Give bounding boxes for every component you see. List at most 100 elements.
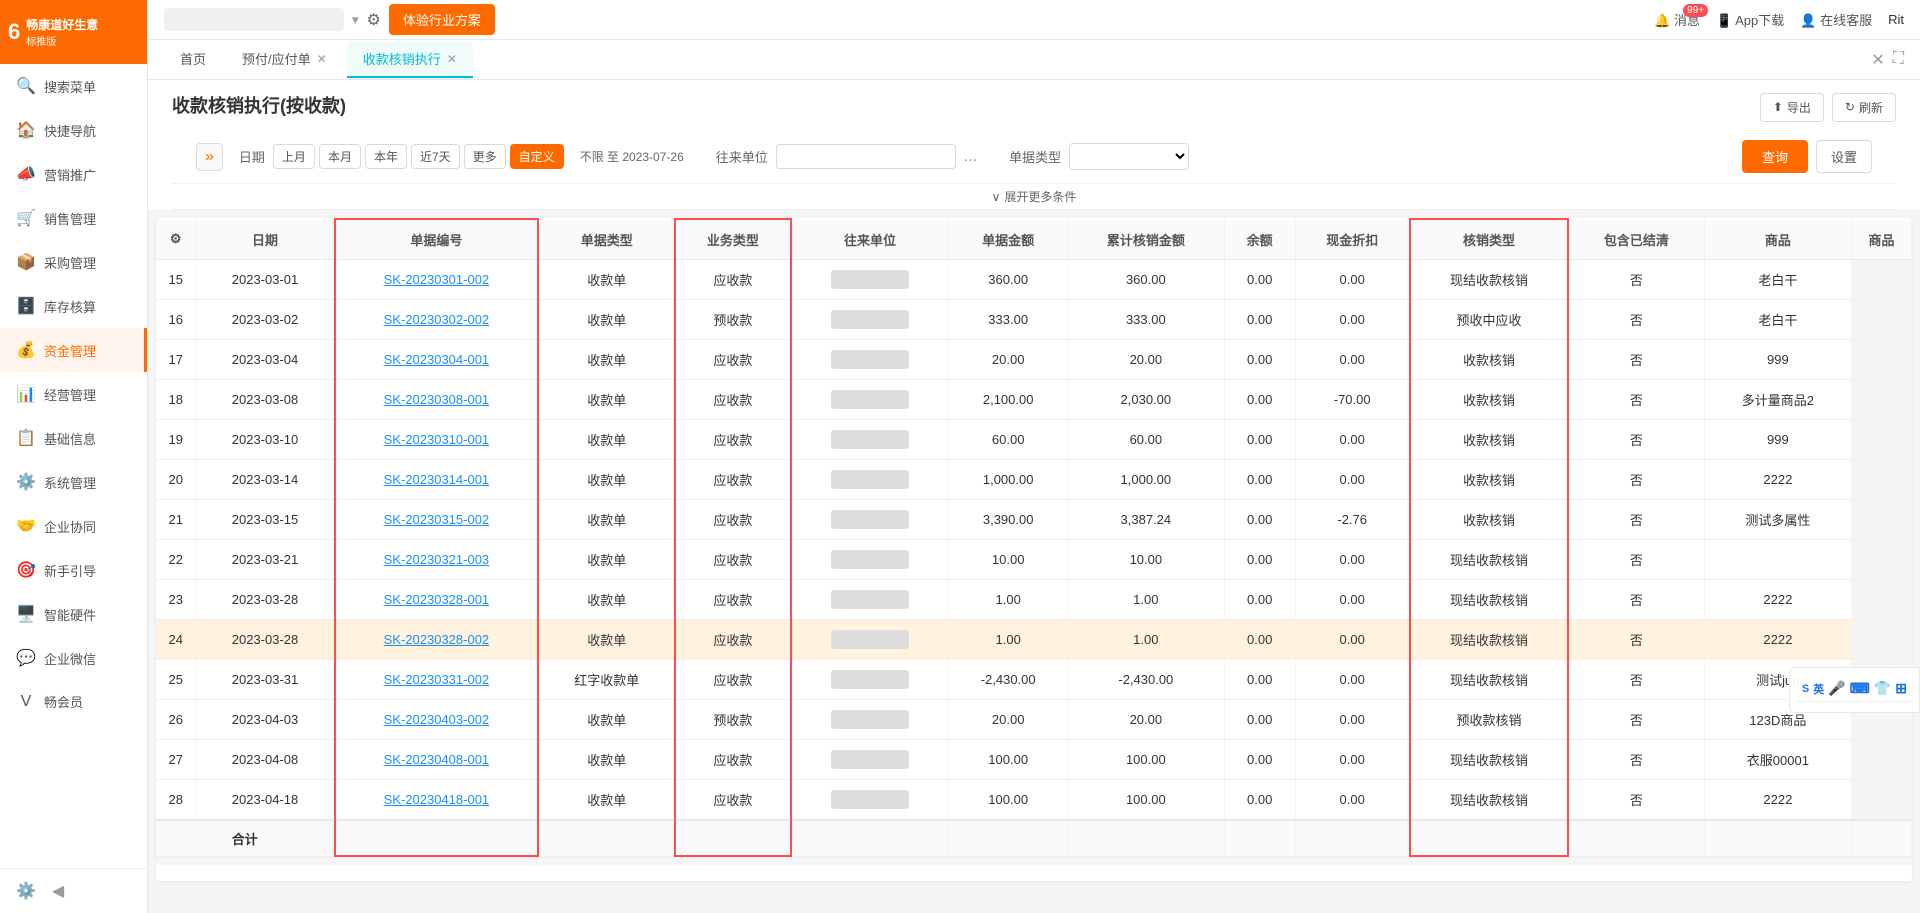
industry-btn[interactable]: 体验行业方案 xyxy=(389,4,495,35)
export-btn[interactable]: ⬆ 导出 xyxy=(1760,93,1824,122)
cell-cash-discount: 0.00 xyxy=(1295,660,1410,700)
doc-no-link[interactable]: SK-20230302-002 xyxy=(384,312,490,327)
sidebar-item-inventory[interactable]: 🗄️ 库存核算 xyxy=(0,284,147,328)
doc-no-link[interactable]: SK-20230403-002 xyxy=(384,712,490,727)
sidebar-item-guide[interactable]: 🎯 新手引导 xyxy=(0,548,147,592)
date-btn-more[interactable]: 更多 xyxy=(464,144,506,169)
doc-no-link[interactable]: SK-20230310-001 xyxy=(384,432,490,447)
doc-no-link[interactable]: SK-20230314-001 xyxy=(384,472,490,487)
footer-accum-amount xyxy=(1067,820,1224,857)
bottom-collapse-icon[interactable]: ◀ xyxy=(52,881,64,901)
sidebar-item-label: 智能硬件 xyxy=(44,605,96,624)
more-options-icon[interactable]: ... xyxy=(964,148,977,166)
expand-icon: ∨ xyxy=(992,190,1001,204)
cell-row-no: 26 xyxy=(156,700,196,740)
doc-no-link[interactable]: SK-20230328-002 xyxy=(384,632,490,647)
sidebar-item-finance[interactable]: 💰 资金管理 xyxy=(0,328,147,372)
sidebar-item-marketing[interactable]: 📣 营销推广 xyxy=(0,152,147,196)
partner-input[interactable] xyxy=(776,144,956,169)
tab-payable[interactable]: 预付/应付单 ✕ xyxy=(226,41,343,78)
sidebar-item-purchase[interactable]: 📦 采购管理 xyxy=(0,240,147,284)
cell-product2 xyxy=(1852,540,1912,580)
cell-doc-amount: 360.00 xyxy=(949,260,1068,300)
cell-accum-amount: 2,030.00 xyxy=(1067,380,1224,420)
notification-area[interactable]: 🔔 消息 99+ xyxy=(1654,10,1700,29)
sidebar-item-sales[interactable]: 🛒 销售管理 xyxy=(0,196,147,240)
shirt-icon[interactable]: 👕 xyxy=(1874,680,1891,697)
sidebar-item-quick-nav[interactable]: 🏠 快捷导航 xyxy=(0,108,147,152)
cell-biz-type: 应收款 xyxy=(675,340,790,380)
doc-no-link[interactable]: SK-20230331-002 xyxy=(384,672,490,687)
sidebar-item-search[interactable]: 🔍 搜索菜单 xyxy=(0,64,147,108)
tab-close-all-icon[interactable]: ✕ xyxy=(1871,50,1884,70)
doc-no-link[interactable]: SK-20230328-001 xyxy=(384,592,490,607)
refresh-btn[interactable]: ↻ 刷新 xyxy=(1832,93,1896,122)
keyboard-icon[interactable]: ⌨ xyxy=(1850,680,1870,697)
cell-product: 老白干 xyxy=(1704,300,1851,340)
tab-home[interactable]: 首页 xyxy=(164,41,222,78)
doc-type-select[interactable] xyxy=(1069,143,1189,170)
cell-doc-amount: 1.00 xyxy=(949,620,1068,660)
doc-no-link[interactable]: SK-20230301-002 xyxy=(384,272,490,287)
date-btn-this-month[interactable]: 本月 xyxy=(319,144,361,169)
sidebar-item-hardware[interactable]: 🖥️ 智能硬件 xyxy=(0,592,147,636)
cell-row-no: 19 xyxy=(156,420,196,460)
horizontal-scrollbar[interactable] xyxy=(156,857,1912,865)
filter-expand-arrow[interactable]: » xyxy=(196,143,223,171)
cell-doc-amount: 10.00 xyxy=(949,540,1068,580)
inventory-icon: 🗄️ xyxy=(16,296,36,316)
doc-no-link[interactable]: SK-20230308-001 xyxy=(384,392,490,407)
filter-settings-btn[interactable]: 设置 xyxy=(1816,140,1872,173)
search-icon: 🔍 xyxy=(16,76,36,96)
cell-doc-no: SK-20230301-002 xyxy=(335,260,539,300)
cell-balance: 0.00 xyxy=(1224,660,1295,700)
date-btn-this-year[interactable]: 本年 xyxy=(365,144,407,169)
table-row: 28 2023-04-18 SK-20230418-001 收款单 应收款 ██… xyxy=(156,780,1912,820)
th-gear[interactable]: ⚙ xyxy=(156,219,196,260)
query-btn[interactable]: 查询 xyxy=(1742,140,1808,173)
cell-doc-type: 收款单 xyxy=(538,380,675,420)
doc-no-link[interactable]: SK-20230321-003 xyxy=(384,552,490,567)
cell-product: 2222 xyxy=(1704,780,1851,820)
sidebar-item-operations[interactable]: 📊 经营管理 xyxy=(0,372,147,416)
cell-include-settled: 否 xyxy=(1568,340,1704,380)
cell-write-off-type: 现结收款核销 xyxy=(1410,620,1568,660)
cell-biz-type: 应收款 xyxy=(675,780,790,820)
sidebar-item-enterprise[interactable]: 🤝 企业协同 xyxy=(0,504,147,548)
cell-row-no: 23 xyxy=(156,580,196,620)
tab-collection-exec[interactable]: 收款核销执行 ✕ xyxy=(347,41,473,78)
online-service-link[interactable]: 👤 在线客服 xyxy=(1800,10,1872,29)
tab-collection-close[interactable]: ✕ xyxy=(447,52,457,66)
sidebar-item-system[interactable]: ⚙️ 系统管理 xyxy=(0,460,147,504)
sidebar-item-basics[interactable]: 📋 基础信息 xyxy=(0,416,147,460)
export-icon: ⬆ xyxy=(1773,100,1783,114)
doc-no-link[interactable]: SK-20230304-001 xyxy=(384,352,490,367)
doc-no-link[interactable]: SK-20230418-001 xyxy=(384,792,490,807)
cell-date: 2023-03-15 xyxy=(196,500,335,540)
sidebar-item-wechat[interactable]: 💬 企业微信 xyxy=(0,636,147,680)
breadcrumb-input[interactable] xyxy=(164,8,344,31)
mic-icon[interactable]: 🎤 xyxy=(1828,680,1845,697)
date-btn-7days[interactable]: 近7天 xyxy=(411,144,460,169)
tab-payable-close[interactable]: ✕ xyxy=(317,52,327,66)
expand-arrow-icon: » xyxy=(205,148,214,166)
date-btn-last-month[interactable]: 上月 xyxy=(273,144,315,169)
grid-icon[interactable]: ⊞ xyxy=(1895,680,1907,697)
cell-row-no: 24 xyxy=(156,620,196,660)
app-download-link[interactable]: 📱 App下载 xyxy=(1716,10,1784,29)
header-gear-icon[interactable]: ⚙ xyxy=(367,10,381,30)
date-btn-custom[interactable]: 自定义 xyxy=(510,144,564,169)
table-scroll-container[interactable]: ⚙ 日期 单据编号 单据类型 业务类型 往来单位 单据金额 累计核销金额 余额 … xyxy=(156,218,1912,857)
bottom-settings-icon[interactable]: ⚙️ xyxy=(16,881,36,901)
purchase-icon: 📦 xyxy=(16,252,36,272)
date-btn-group: 上月 本月 本年 近7天 更多 自定义 xyxy=(273,144,564,169)
cell-partner: ██ xyxy=(791,780,949,820)
sidebar-item-member[interactable]: V 畅会员 xyxy=(0,680,147,723)
tab-expand-icon[interactable]: ⛶ xyxy=(1893,50,1904,70)
cell-doc-no: SK-20230310-001 xyxy=(335,420,539,460)
doc-no-link[interactable]: SK-20230315-002 xyxy=(384,512,490,527)
doc-no-link[interactable]: SK-20230408-001 xyxy=(384,752,490,767)
expand-conditions-btn[interactable]: ∨ 展开更多条件 xyxy=(992,188,1077,205)
dropdown-arrow-icon[interactable]: ▾ xyxy=(352,12,359,28)
cell-partner: ██ xyxy=(791,340,949,380)
